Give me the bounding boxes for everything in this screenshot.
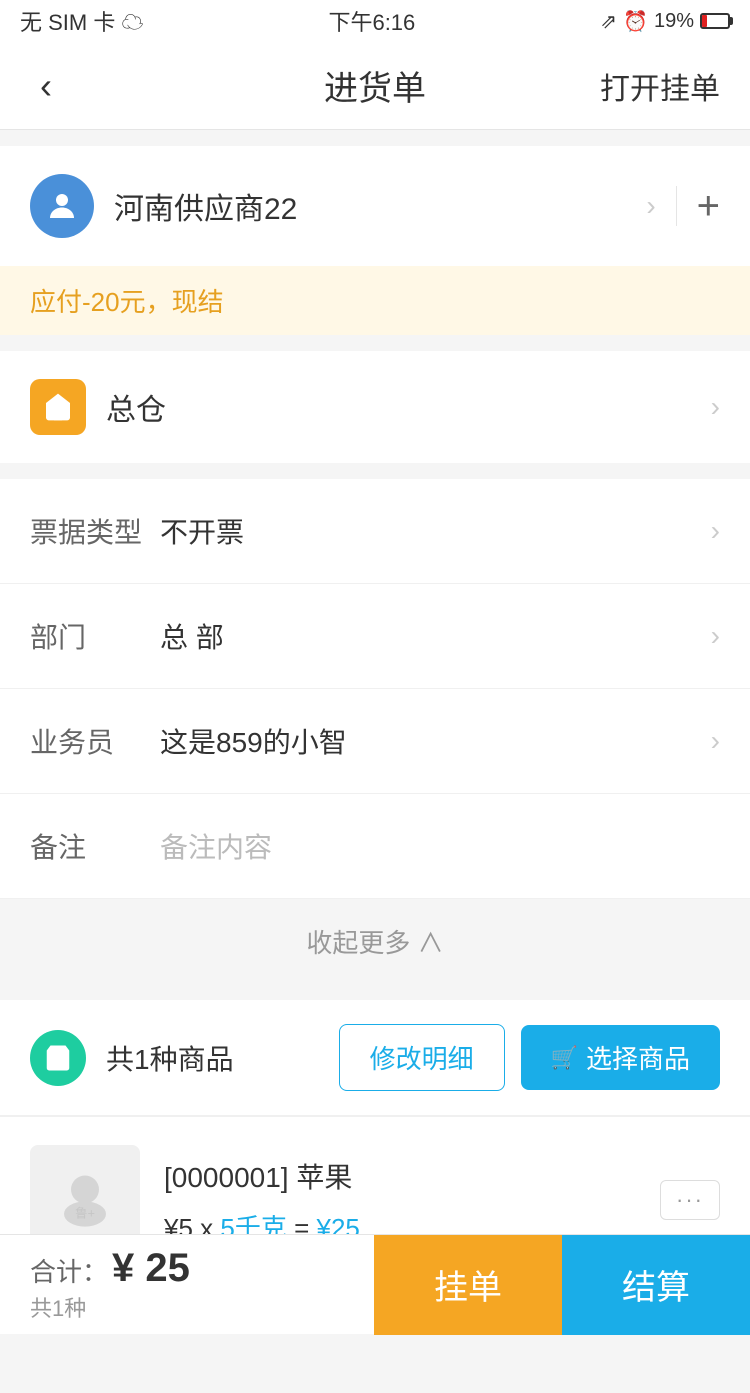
gap-4 [0,984,750,1000]
product-section-header: 共1种商品 修改明细 🛒 选择商品 [0,1000,750,1116]
product-more-button[interactable]: ··· [660,1180,720,1220]
warehouse-name: 总仓 [106,385,711,429]
remark-input[interactable]: 备注内容 [160,826,720,866]
dept-label: 部门 [30,616,160,656]
supplier-chevron-icon: › [646,190,655,222]
status-bar: 无 SIM 卡 ☁ 下午6:16 ⇗ ⏰ 19% [0,0,750,42]
product-info: [0000001] 苹果 ¥5 x 5千克 = ¥25 [164,1156,660,1245]
page-title: 进货单 [324,61,426,110]
back-button[interactable]: ‹ [30,55,62,117]
edit-detail-button[interactable]: 修改明细 [339,1024,505,1091]
supplier-row[interactable]: 河南供应商22 › + [30,146,720,266]
cart-icon [43,1043,73,1073]
ticket-type-row[interactable]: 票据类型 不开票 › [0,479,750,584]
gap-1 [0,130,750,146]
open-hold-button[interactable]: 打开挂单 [600,64,720,108]
bottom-bar: 合计： ¥ 25 共1种 挂单 结算 [0,1234,750,1334]
hold-button[interactable]: 挂单 [374,1235,562,1335]
supplier-name: 河南供应商22 [114,184,646,228]
select-product-button[interactable]: 🛒 选择商品 [521,1025,720,1090]
product-placeholder-icon: 鲁+ [50,1165,120,1235]
dept-chevron-icon: › [711,620,720,652]
status-time: 下午6:16 [328,5,415,37]
user-icon [44,188,80,224]
staff-row[interactable]: 业务员 这是859的小智 › [0,689,750,794]
sim-text: 无 SIM 卡 ☁ [20,5,143,37]
staff-chevron-icon: › [711,725,720,757]
remark-row[interactable]: 备注 备注内容 [0,794,750,899]
battery-icon [700,13,730,29]
home-icon [42,391,74,423]
status-right: ⇗ ⏰ 19% [600,9,730,34]
dept-value: 总 部 [160,616,711,656]
add-supplier-button[interactable]: + [676,186,720,226]
warehouse-card: 总仓 › [0,351,750,463]
battery-text: 19% [654,10,694,33]
warehouse-icon [30,379,86,435]
warehouse-row[interactable]: 总仓 › [30,351,720,463]
warehouse-chevron-icon: › [711,391,720,423]
department-row[interactable]: 部门 总 部 › [0,584,750,689]
total-label: 合计： [30,1252,108,1289]
notice-banner: 应付-20元，现结 [0,266,750,335]
product-count-text: 共1种商品 [106,1038,339,1078]
staff-label: 业务员 [30,721,160,761]
total-amount: ¥ 25 [112,1246,190,1291]
supplier-avatar [30,174,94,238]
nav-bar: ‹ 进货单 打开挂单 [0,42,750,130]
select-icon: 🛒 [551,1045,578,1071]
product-name: [0000001] 苹果 [164,1156,660,1196]
alarm-icon: ⏰ [623,9,648,34]
supplier-card: 河南供应商22 › + [0,146,750,266]
gap-2 [0,335,750,351]
status-left: 无 SIM 卡 ☁ [20,5,143,37]
settle-button[interactable]: 结算 [562,1235,750,1335]
remark-label: 备注 [30,826,160,866]
total-area: 合计： ¥ 25 共1种 [0,1246,374,1323]
ticket-value: 不开票 [160,511,711,551]
collapse-toggle[interactable]: 收起更多 ∧ [0,899,750,984]
staff-value: 这是859的小智 [160,721,711,761]
select-btn-label: 选择商品 [586,1039,690,1076]
location-icon: ⇗ [600,9,617,34]
ticket-chevron-icon: › [711,515,720,547]
product-count-icon [30,1030,86,1086]
svg-text:鲁+: 鲁+ [75,1207,95,1221]
gap-3 [0,463,750,479]
ticket-label: 票据类型 [30,511,160,551]
total-count: 共1种 [30,1291,344,1323]
